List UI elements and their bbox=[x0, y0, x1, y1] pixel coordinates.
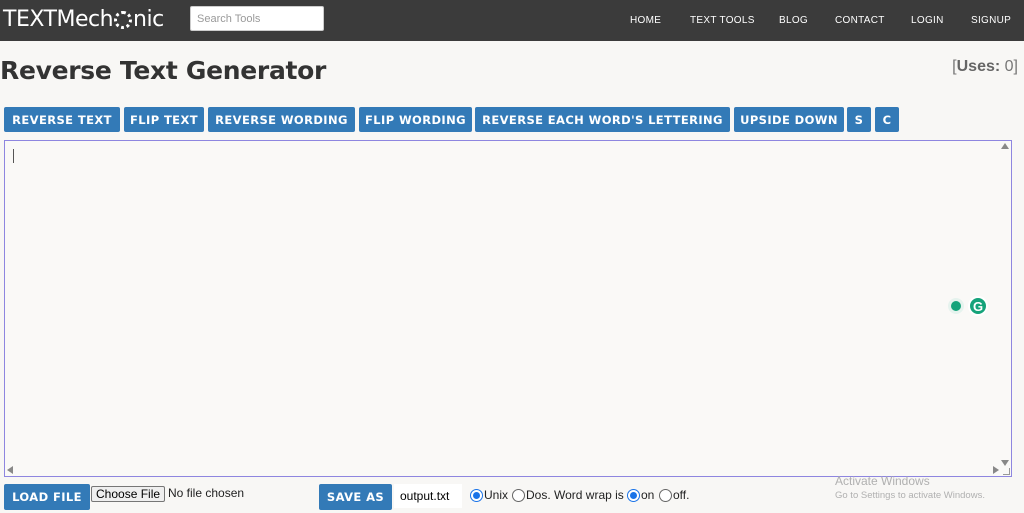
grammarly-bulb-icon[interactable] bbox=[948, 298, 964, 314]
nav-blog[interactable]: BLOG bbox=[779, 15, 808, 26]
reverse-text-button[interactable]: REVERSE TEXT bbox=[4, 107, 120, 132]
page-title: Reverse Text Generator bbox=[0, 56, 327, 85]
textmechanic-logo[interactable]: TEXT Mech nic bbox=[3, 5, 164, 33]
resize-handle[interactable] bbox=[1003, 468, 1010, 475]
scroll-down-arrow-icon[interactable] bbox=[1001, 460, 1009, 466]
logo-text-part-2: Mech bbox=[56, 6, 114, 32]
search-input[interactable] bbox=[190, 6, 324, 31]
activate-windows-subtitle: Go to Settings to activate Windows. bbox=[835, 490, 985, 501]
top-nav-bar: TEXTMechnic HOME TEXT TOOLS BLOG CONTACT… bbox=[0, 0, 1024, 41]
unix-label: Unix bbox=[484, 488, 509, 502]
nav-signup[interactable]: SIGNUP bbox=[971, 15, 1011, 26]
uses-counter: [Uses: 0] bbox=[952, 58, 1018, 76]
word-wrap-off-radio[interactable] bbox=[659, 489, 672, 502]
word-wrap-on-label: on bbox=[641, 488, 655, 502]
upside-down-button[interactable]: UPSIDE DOWN bbox=[734, 107, 844, 132]
unix-radio[interactable] bbox=[470, 489, 483, 502]
nav-home[interactable]: HOME bbox=[630, 15, 661, 26]
reverse-each-words-lettering-button[interactable]: REVERSE EACH WORD'S LETTERING bbox=[475, 107, 730, 132]
scroll-left-arrow-icon[interactable] bbox=[7, 466, 13, 474]
no-file-chosen-label: No file chosen bbox=[168, 486, 245, 500]
text-editor[interactable] bbox=[4, 140, 1012, 477]
save-as-button[interactable]: SAVE AS bbox=[319, 484, 392, 510]
text-cursor bbox=[13, 149, 14, 163]
load-file-button[interactable]: LOAD FILE bbox=[4, 484, 90, 510]
word-wrap-on-radio[interactable] bbox=[627, 489, 640, 502]
word-wrap-off-label: off. bbox=[673, 488, 690, 502]
grammarly-bulb-dot bbox=[951, 301, 961, 311]
nav-login[interactable]: LOGIN bbox=[911, 15, 944, 26]
flip-wording-button[interactable]: FLIP WORDING bbox=[359, 107, 472, 132]
s-button[interactable]: S bbox=[847, 107, 871, 132]
dos-word-wrap-label: Dos. Word wrap is bbox=[526, 488, 624, 502]
choose-file-button[interactable]: Choose File bbox=[91, 486, 166, 502]
scroll-right-arrow-icon[interactable] bbox=[993, 466, 999, 474]
reverse-wording-button[interactable]: REVERSE WORDING bbox=[208, 107, 355, 132]
scroll-up-arrow-icon[interactable] bbox=[1001, 143, 1009, 149]
gear-icon bbox=[114, 11, 133, 29]
nav-text-tools[interactable]: TEXT TOOLS bbox=[690, 15, 755, 26]
dos-radio[interactable] bbox=[512, 489, 525, 502]
grammarly-g-icon[interactable]: G bbox=[968, 296, 988, 316]
flip-text-button[interactable]: FLIP TEXT bbox=[124, 107, 204, 132]
uses-value: 0] bbox=[1000, 58, 1018, 75]
c-button[interactable]: C bbox=[875, 107, 899, 132]
logo-text-part-1: TEXT bbox=[3, 6, 57, 32]
logo-text-part-3: nic bbox=[133, 6, 164, 32]
activate-windows-title: Activate Windows bbox=[835, 474, 930, 488]
output-filename-input[interactable] bbox=[394, 484, 462, 508]
nav-contact[interactable]: CONTACT bbox=[835, 15, 885, 26]
uses-label: Uses: bbox=[956, 58, 1001, 75]
